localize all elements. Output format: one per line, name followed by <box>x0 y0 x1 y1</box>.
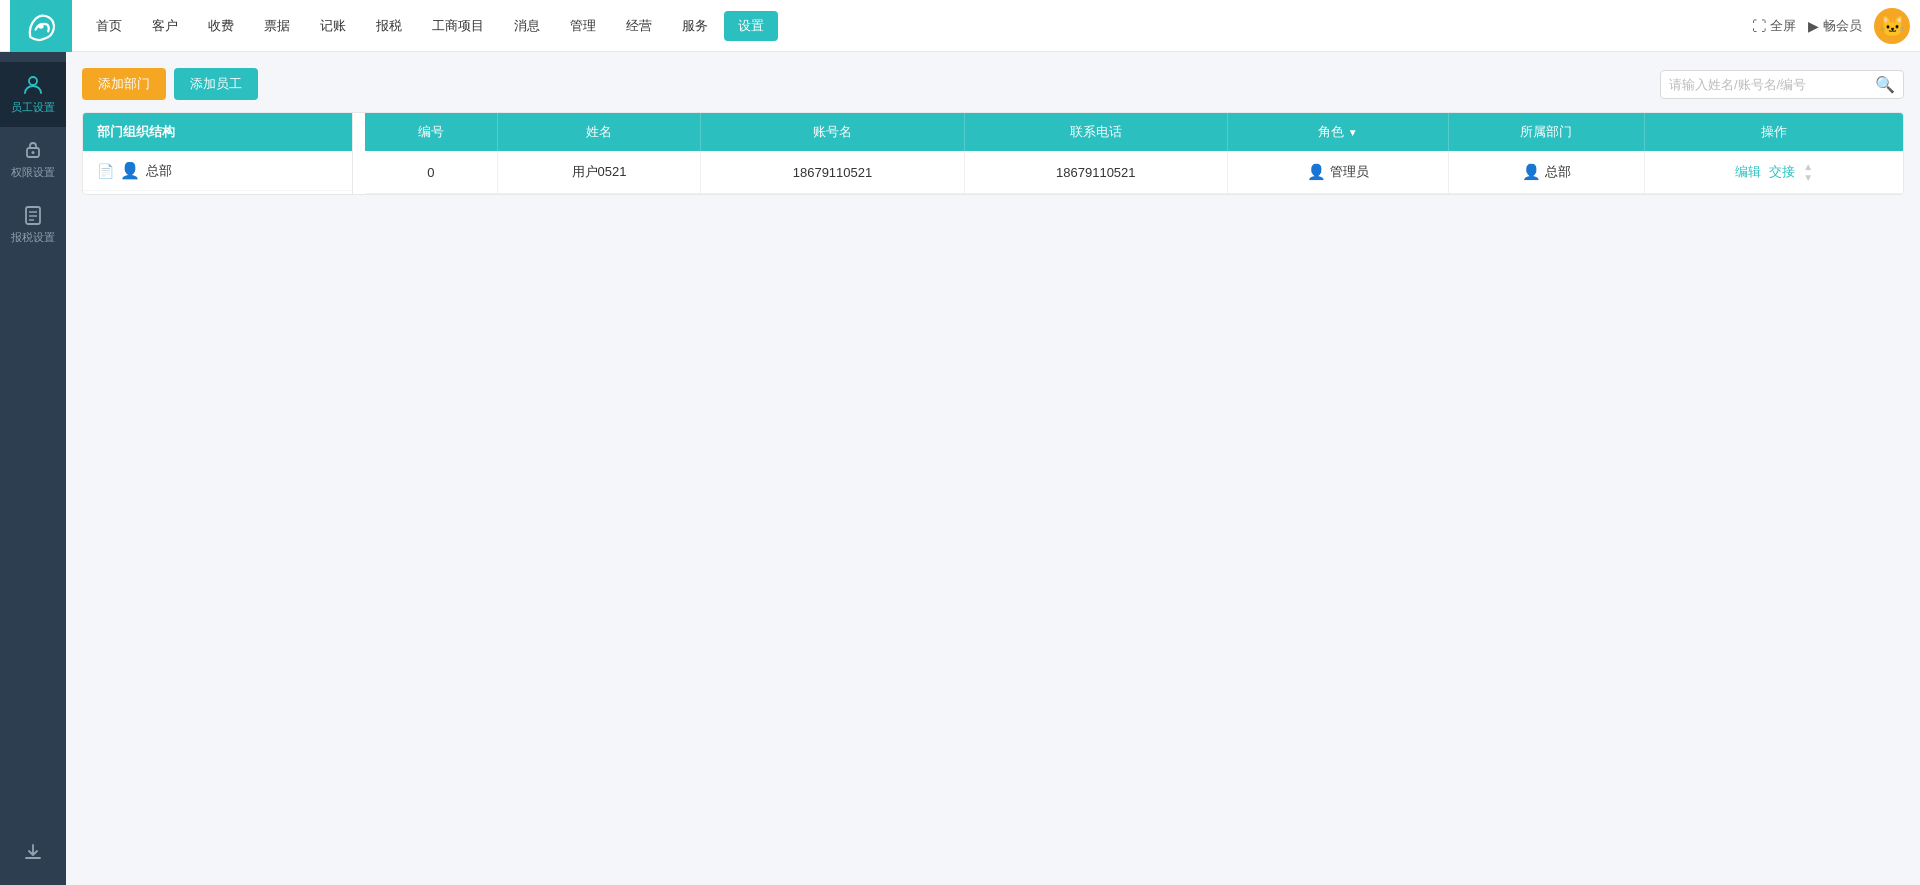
sidebar-item-tax[interactable]: 报税设置 <box>0 192 66 257</box>
cell-role: 👤管理员 <box>1227 151 1448 194</box>
file-icon: 📄 <box>97 163 114 179</box>
employee-data-table: 编号 姓名 账号名 联系电话 角色 ▼ 所属部门 操作 <box>365 113 1903 194</box>
table-area: 部门组织结构 📄 👤 总部 编号 姓名 账号名 联系电话 <box>82 112 1904 195</box>
sidebar-item-employee[interactable]: 员工设置 <box>0 62 66 127</box>
vip-label: 畅会员 <box>1823 17 1862 35</box>
sidebar-bottom <box>0 829 66 885</box>
logo <box>10 0 72 52</box>
nav-item-记账[interactable]: 记账 <box>306 11 360 41</box>
sidebar-item-download[interactable] <box>0 829 66 875</box>
cell-name: 用户0521 <box>497 151 701 194</box>
svg-point-3 <box>32 151 35 154</box>
cell-account: 18679110521 <box>701 151 964 194</box>
nav-item-票据[interactable]: 票据 <box>250 11 304 41</box>
dept-user-icon: 👤 <box>120 161 140 180</box>
nav-item-经营[interactable]: 经营 <box>612 11 666 41</box>
nav-right: ⛶ 全屏 ▶ 畅会员 🐱 <box>1752 8 1910 44</box>
scroll-handle[interactable]: ▲▼ <box>1803 161 1813 183</box>
cell-dept: 👤总部 <box>1448 151 1645 194</box>
cell-id: 0 <box>365 151 497 194</box>
permission-icon <box>22 139 44 161</box>
search-icon[interactable]: 🔍 <box>1875 75 1895 94</box>
dept-icon: 👤 <box>1522 163 1541 181</box>
svg-point-0 <box>38 23 43 28</box>
search-box: 🔍 <box>1660 70 1904 99</box>
sidebar-label-employee: 员工设置 <box>11 100 55 115</box>
fullscreen-button[interactable]: ⛶ 全屏 <box>1752 17 1796 35</box>
col-account: 账号名 <box>701 113 964 151</box>
col-name: 姓名 <box>497 113 701 151</box>
dept-tree-item-label: 总部 <box>146 162 172 180</box>
dept-tree-item-general[interactable]: 📄 👤 总部 <box>83 151 352 191</box>
role-label: 管理员 <box>1330 163 1369 181</box>
vip-icon: ▶ <box>1808 18 1819 34</box>
table-row: 0用户05211867911052118679110521👤管理员👤总部 编辑 … <box>365 151 1903 194</box>
nav-item-收费[interactable]: 收费 <box>194 11 248 41</box>
sidebar-item-permission[interactable]: 权限设置 <box>0 127 66 192</box>
dept-tree: 部门组织结构 📄 👤 总部 <box>83 113 353 194</box>
col-role: 角色 ▼ <box>1227 113 1448 151</box>
cell-phone: 18679110521 <box>964 151 1227 194</box>
avatar[interactable]: 🐱 <box>1874 8 1910 44</box>
search-input[interactable] <box>1669 77 1869 92</box>
nav-item-报税[interactable]: 报税 <box>362 11 416 41</box>
sidebar-label-permission: 权限设置 <box>11 165 55 180</box>
col-phone: 联系电话 <box>964 113 1227 151</box>
col-action: 操作 <box>1645 113 1903 151</box>
main-layout: 员工设置 权限设置 报税设置 <box>0 52 1920 885</box>
dept-tree-header: 部门组织结构 <box>83 113 352 151</box>
role-filter-icon[interactable]: ▼ <box>1348 127 1358 138</box>
table-header-row: 编号 姓名 账号名 联系电话 角色 ▼ 所属部门 操作 <box>365 113 1903 151</box>
employee-table: 编号 姓名 账号名 联系电话 角色 ▼ 所属部门 操作 <box>365 113 1903 194</box>
edit-button[interactable]: 编辑 <box>1735 163 1761 181</box>
nav-item-消息[interactable]: 消息 <box>500 11 554 41</box>
nav-items: 首页客户收费票据记账报税工商项目消息管理经营服务设置 <box>82 11 1752 41</box>
employee-icon <box>22 74 44 96</box>
transfer-button[interactable]: 交接 <box>1769 163 1795 181</box>
nav-item-管理[interactable]: 管理 <box>556 11 610 41</box>
download-icon <box>22 841 44 863</box>
add-dept-button[interactable]: 添加部门 <box>82 68 166 100</box>
cell-action: 编辑 交接 ▲▼ <box>1645 151 1903 194</box>
nav-item-首页[interactable]: 首页 <box>82 11 136 41</box>
dept-label: 总部 <box>1545 163 1571 181</box>
nav-item-工商项目[interactable]: 工商项目 <box>418 11 498 41</box>
col-dept: 所属部门 <box>1448 113 1645 151</box>
col-id: 编号 <box>365 113 497 151</box>
nav-item-客户[interactable]: 客户 <box>138 11 192 41</box>
nav-item-服务[interactable]: 服务 <box>668 11 722 41</box>
fullscreen-label: 全屏 <box>1770 17 1796 35</box>
svg-point-1 <box>29 77 37 85</box>
nav-item-设置[interactable]: 设置 <box>724 11 778 41</box>
content: 添加部门 添加员工 🔍 部门组织结构 📄 👤 总部 <box>66 52 1920 885</box>
fullscreen-icon: ⛶ <box>1752 18 1766 34</box>
tax-icon <box>22 204 44 226</box>
top-nav: 首页客户收费票据记账报税工商项目消息管理经营服务设置 ⛶ 全屏 ▶ 畅会员 🐱 <box>0 0 1920 52</box>
toolbar: 添加部门 添加员工 🔍 <box>82 68 1904 100</box>
add-employee-button[interactable]: 添加员工 <box>174 68 258 100</box>
sidebar-label-tax: 报税设置 <box>11 230 55 245</box>
sidebar: 员工设置 权限设置 报税设置 <box>0 52 66 885</box>
role-icon: 👤 <box>1307 163 1326 181</box>
vip-button[interactable]: ▶ 畅会员 <box>1808 17 1862 35</box>
